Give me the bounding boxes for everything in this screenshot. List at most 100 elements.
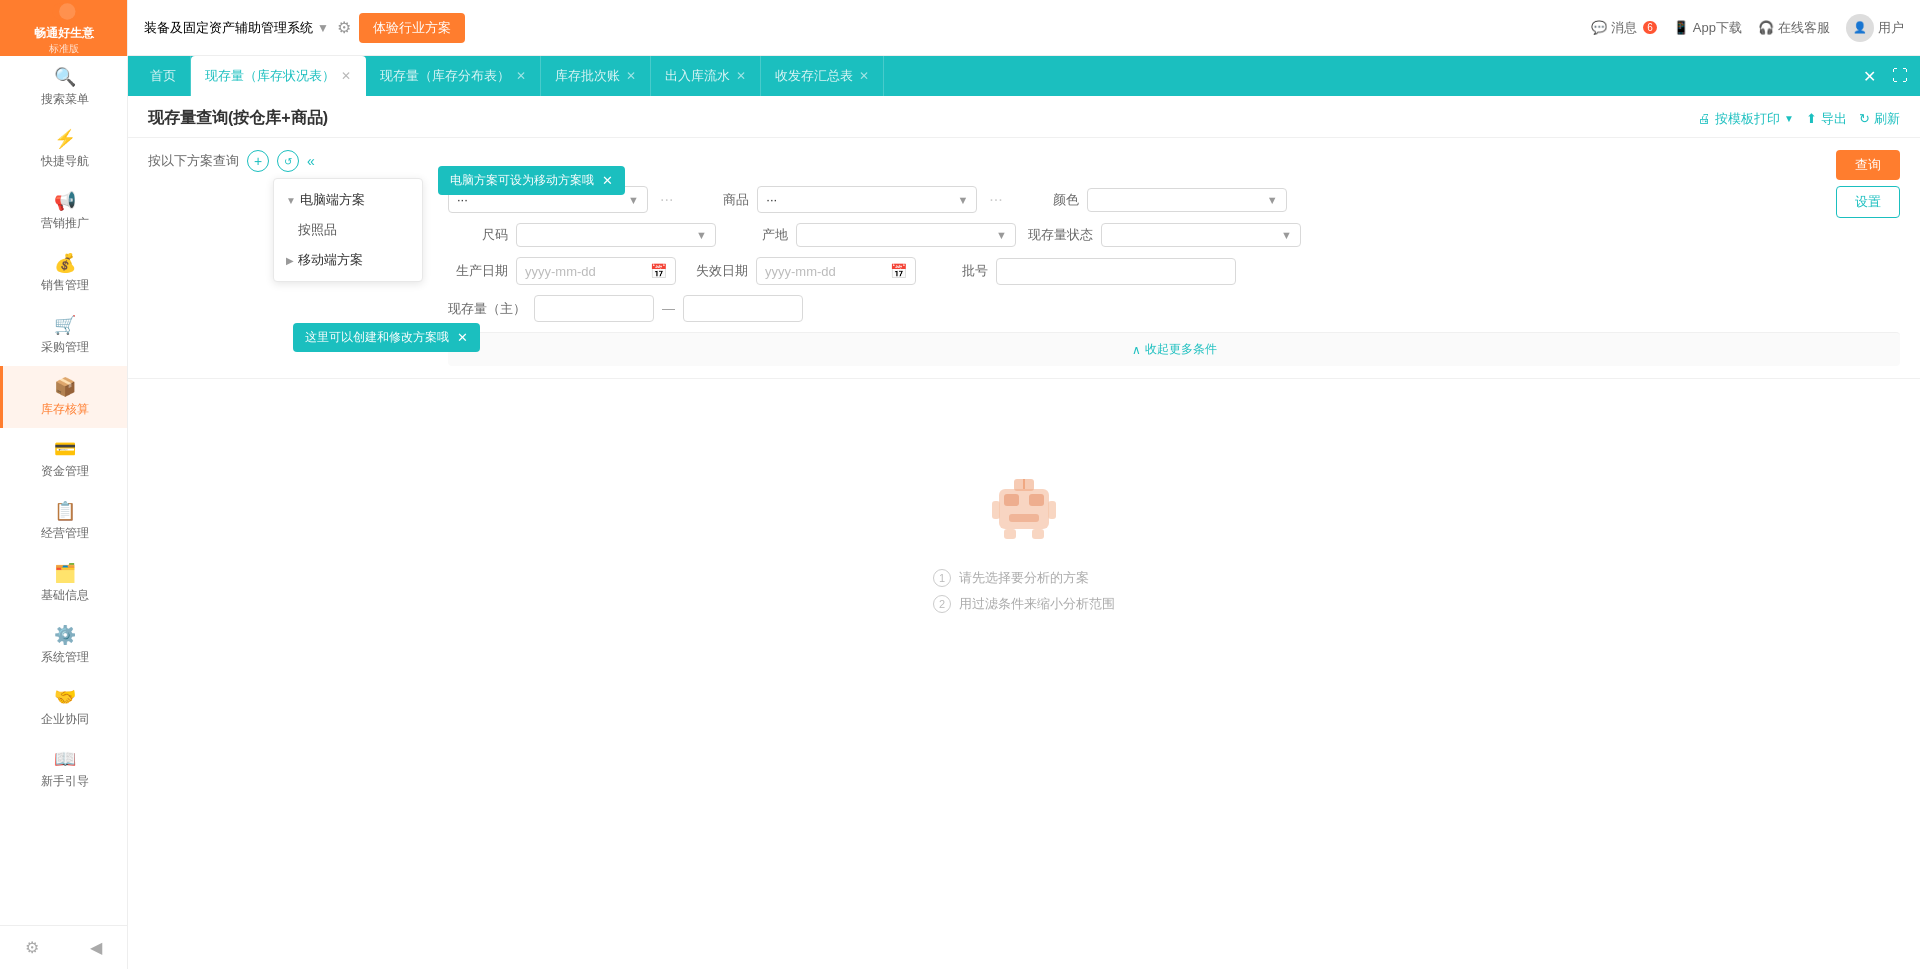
empty-tip-2: 2 用过滤条件来缩小分析范围: [933, 595, 1115, 613]
inventory-max-input[interactable]: [683, 295, 803, 322]
filter-row-2: 尺码 ▼ 产地 ▼ 现存量状态: [448, 223, 1900, 247]
scheme-desktop-label: 电脑端方案: [300, 191, 365, 209]
tip-num-1: 1: [933, 569, 951, 587]
main-area: 装备及固定资产辅助管理系统 ▼ ⚙ 体验行业方案 💬 消息 6 📱 App下载 …: [128, 0, 1920, 969]
tab-close-icon[interactable]: ✕: [626, 69, 636, 83]
settings-gear-icon[interactable]: ⚙: [337, 18, 351, 37]
tab-close-icon[interactable]: ✕: [736, 69, 746, 83]
goods-more-icon[interactable]: ···: [985, 191, 1006, 209]
tab-collect[interactable]: 收发存汇总表 ✕: [761, 56, 884, 96]
purchase-icon: 🛒: [54, 314, 76, 336]
tab-close-icon[interactable]: ✕: [859, 69, 869, 83]
user-item[interactable]: 👤 用户: [1846, 14, 1904, 42]
tab-fullscreen-btn[interactable]: ⛶: [1888, 63, 1912, 89]
stock-status-label: 现存量状态: [1028, 226, 1093, 244]
tab-close-icon[interactable]: ✕: [341, 69, 351, 83]
calendar-icon: 📅: [890, 263, 907, 279]
scheme-mobile-group[interactable]: ▶ 移动端方案: [274, 245, 422, 275]
sidebar-footer: ⚙ ◀: [0, 925, 127, 969]
print-icon: 🖨: [1698, 111, 1711, 126]
sidebar-item-search[interactable]: 🔍 搜索菜单: [0, 56, 127, 118]
tab-stock-status[interactable]: 现存量（库存状况表） ✕: [191, 56, 366, 96]
tab-collect-label: 收发存汇总表: [775, 67, 853, 85]
filter-row-4: 现存量（主） —: [448, 295, 1900, 322]
print-btn[interactable]: 🖨 按模板打印 ▼: [1698, 110, 1794, 128]
create-tooltip-close[interactable]: ✕: [457, 330, 468, 345]
content: 现存量查询(按仓库+商品) 🖨 按模板打印 ▼ ⬆ 导出 ↻ 刷新: [128, 96, 1920, 969]
reset-btn[interactable]: 设置: [1836, 186, 1900, 218]
sidebar-item-system[interactable]: ⚙️ 系统管理: [0, 614, 127, 676]
tab-stock-status-label: 现存量（库存状况表）: [205, 67, 335, 85]
sidebar-item-label: 基础信息: [41, 587, 89, 604]
stock-status-select[interactable]: ▼: [1101, 223, 1301, 247]
operation-icon: 📋: [54, 500, 76, 522]
goods-group: 商品 ··· ▼ ···: [689, 186, 1006, 213]
chevron-down-icon: ▼: [957, 194, 968, 206]
batch-input[interactable]: [996, 258, 1236, 285]
sidebar-item-inventory[interactable]: 📦 库存核算: [0, 366, 127, 428]
sidebar-item-sales[interactable]: 💰 销售管理: [0, 242, 127, 304]
tab-stock-dist[interactable]: 现存量（库存分布表） ✕: [366, 56, 541, 96]
color-group: 颜色 ▼: [1019, 188, 1287, 212]
tab-close-icon[interactable]: ✕: [516, 69, 526, 83]
refresh-btn[interactable]: ↻ 刷新: [1859, 110, 1900, 128]
tab-inout-label: 出入库流水: [665, 67, 730, 85]
size-select[interactable]: ▼: [516, 223, 716, 247]
export-btn[interactable]: ⬆ 导出: [1806, 110, 1847, 128]
color-select[interactable]: ▼: [1087, 188, 1287, 212]
messages-label: 消息: [1611, 19, 1637, 37]
sidebar-item-operation[interactable]: 📋 经营管理: [0, 490, 127, 552]
sidebar-item-base[interactable]: 🗂️ 基础信息: [0, 552, 127, 614]
expiry-date-input[interactable]: yyyy-mm-dd 📅: [756, 257, 916, 285]
search-btn[interactable]: 查询: [1836, 150, 1900, 180]
collapse-bar[interactable]: ∧ 收起更多条件: [448, 332, 1900, 366]
collapse-sidebar-btn[interactable]: ◀: [90, 938, 102, 957]
warehouse-more-icon[interactable]: ···: [656, 191, 677, 209]
sidebar-item-label: 营销推广: [41, 215, 89, 232]
svg-rect-8: [992, 501, 1000, 519]
scheme-tooltip-close[interactable]: ✕: [602, 173, 613, 188]
sidebar-item-guide[interactable]: 📖 新手引导: [0, 738, 127, 800]
goods-select[interactable]: ··· ▼: [757, 186, 977, 213]
tab-home[interactable]: 首页: [136, 56, 191, 96]
online-service-item[interactable]: 🎧 在线客服: [1758, 19, 1830, 37]
system-title-dropdown[interactable]: 装备及固定资产辅助管理系统 ▼: [144, 19, 329, 37]
tab-batch[interactable]: 库存批次账 ✕: [541, 56, 651, 96]
dropdown-icon: ▼: [317, 21, 329, 35]
sidebar-item-quicknav[interactable]: ⚡ 快捷导航: [0, 118, 127, 180]
industry-btn[interactable]: 体验行业方案: [359, 13, 465, 43]
sidebar-item-finance[interactable]: 💳 资金管理: [0, 428, 127, 490]
chevron-down-icon: ▼: [1281, 229, 1292, 241]
tabbar: 首页 现存量（库存状况表） ✕ 现存量（库存分布表） ✕ 库存批次账 ✕ 出入库…: [128, 56, 1920, 96]
inventory-sep: —: [662, 301, 675, 316]
tab-inout[interactable]: 出入库流水 ✕: [651, 56, 761, 96]
color-label: 颜色: [1019, 191, 1079, 209]
settings-footer-btn[interactable]: ⚙: [25, 938, 39, 957]
search-btn-group: 查询 设置: [1836, 150, 1900, 218]
inventory-min-input[interactable]: [534, 295, 654, 322]
scheme-desktop-item-1[interactable]: 按照品: [274, 215, 422, 245]
sidebar-item-label: 库存核算: [41, 401, 89, 418]
topbar-left: 装备及固定资产辅助管理系统 ▼ ⚙ 体验行业方案: [144, 13, 465, 43]
logo-tag: 标准版: [49, 42, 79, 56]
origin-select[interactable]: ▼: [796, 223, 1016, 247]
empty-illustration: [974, 459, 1074, 549]
svg-rect-11: [1032, 529, 1044, 539]
logo: 畅通好生意 标准版: [0, 0, 127, 56]
app-download-item[interactable]: 📱 App下载: [1673, 19, 1742, 37]
user-name: 用户: [1878, 19, 1904, 37]
page-title: 现存量查询(按仓库+商品): [148, 108, 328, 129]
sidebar-item-corp[interactable]: 🤝 企业协同: [0, 676, 127, 738]
empty-state: 1 请先选择要分析的方案 2 用过滤条件来缩小分析范围: [128, 379, 1920, 693]
production-date-input[interactable]: yyyy-mm-dd 📅: [516, 257, 676, 285]
sidebar-item-marketing[interactable]: 📢 营销推广: [0, 180, 127, 242]
scheme-desktop-group[interactable]: ▼ 电脑端方案: [274, 185, 422, 215]
filter-arrow-btn[interactable]: «: [307, 153, 315, 169]
tab-close-all-btn[interactable]: ✕: [1859, 63, 1880, 90]
filter-add-btn[interactable]: +: [247, 150, 269, 172]
sidebar-item-purchase[interactable]: 🛒 采购管理: [0, 304, 127, 366]
filter-circle-btn[interactable]: ↺: [277, 150, 299, 172]
app-download-label: App下载: [1693, 19, 1742, 37]
svg-rect-5: [1009, 514, 1039, 522]
messages-item[interactable]: 💬 消息 6: [1591, 19, 1657, 37]
